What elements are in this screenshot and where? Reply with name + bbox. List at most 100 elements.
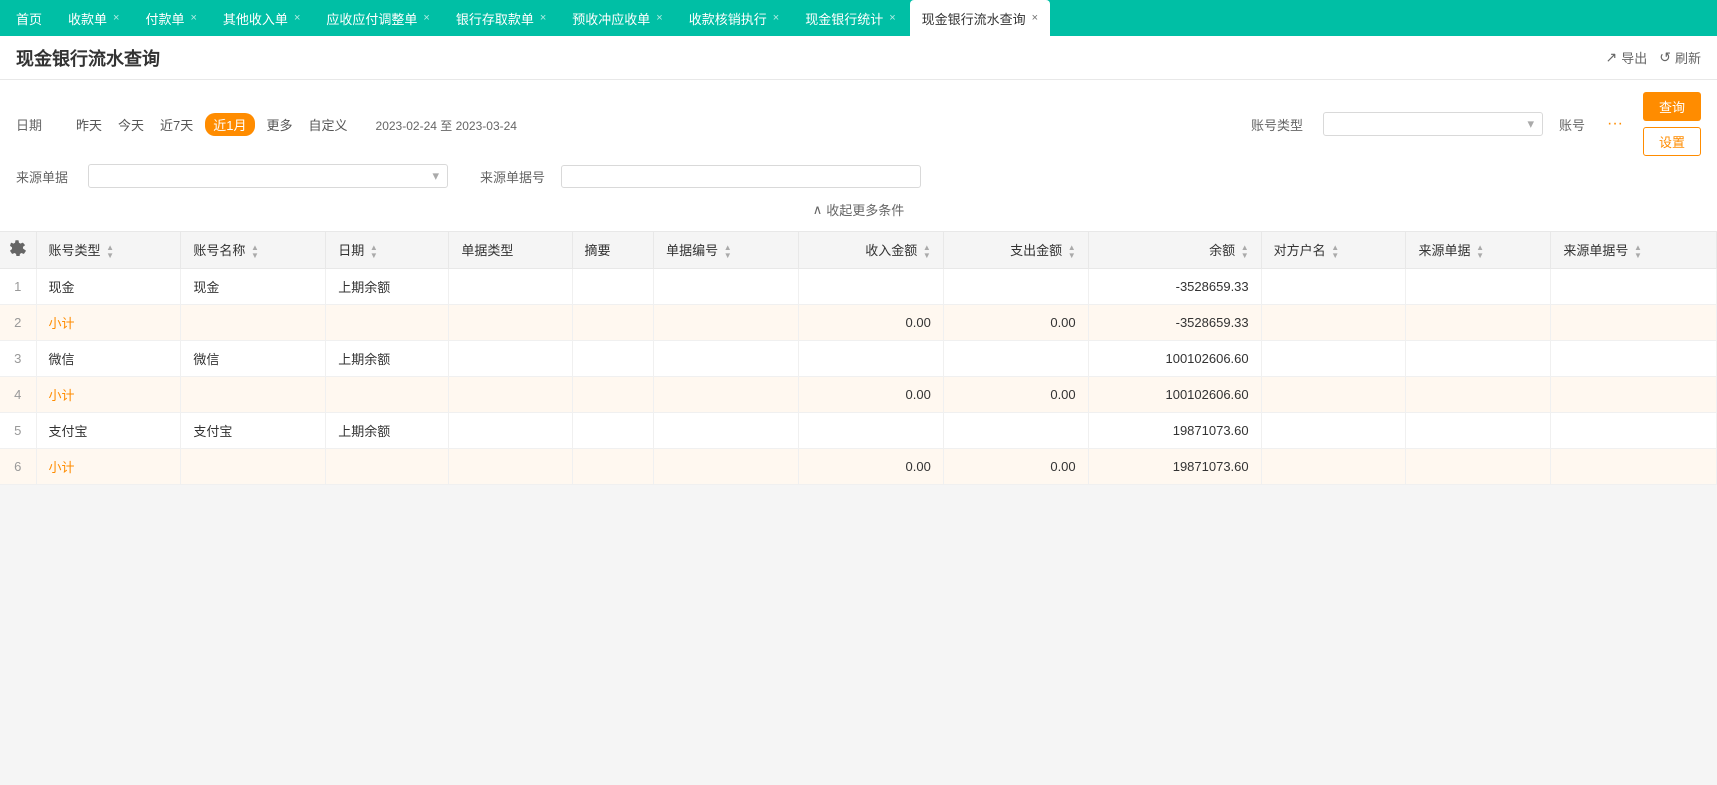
cell-expense <box>943 268 1088 304</box>
th-account-type[interactable]: 账号类型 ▲▼ <box>36 232 181 268</box>
row-index: 2 <box>0 304 36 340</box>
collapse-conditions-button[interactable]: ∧ 收起更多条件 <box>16 196 1701 219</box>
row-index: 4 <box>0 376 36 412</box>
top-nav: 首页 收款单 × 付款单 × 其他收入单 × 应收应付调整单 × 银行存取款单 … <box>0 0 1717 36</box>
table-row: 6 小计 0.00 0.00 19871073.60 <box>0 448 1717 484</box>
filter-row-1: 日期 昨天 今天 近7天 近1月 更多 自定义 2023-02-24 至 202… <box>16 92 1701 156</box>
close-icon[interactable]: × <box>423 12 429 24</box>
th-source-doc-no[interactable]: 来源单据号 ▲▼ <box>1551 232 1717 268</box>
sort-icon: ▲▼ <box>251 244 259 260</box>
th-income[interactable]: 收入金额 ▲▼ <box>798 232 943 268</box>
date-opt-custom[interactable]: 自定义 <box>305 113 352 136</box>
th-doc-type[interactable]: 单据类型 <box>449 232 572 268</box>
cell-account-name: 微信 <box>181 340 326 376</box>
cell-counterpart <box>1261 268 1406 304</box>
action-buttons: 查询 设置 <box>1643 92 1701 156</box>
cell-account-type: 小计 <box>36 448 181 484</box>
export-button[interactable]: ↗ 导出 <box>1606 48 1648 67</box>
export-icon: ↗ <box>1606 49 1618 66</box>
sort-icon: ▲▼ <box>1331 244 1339 260</box>
source-doc-select[interactable]: ▾ <box>88 164 448 188</box>
nav-tab-other-income[interactable]: 其他收入单 × <box>211 0 312 36</box>
cell-source-doc <box>1406 304 1551 340</box>
cell-counterpart <box>1261 376 1406 412</box>
th-expense[interactable]: 支出金额 ▲▼ <box>943 232 1088 268</box>
nav-tab-receipts[interactable]: 收款单 × <box>56 0 131 36</box>
table-row: 1 现金 现金 上期余额 -3528659.33 <box>0 268 1717 304</box>
sort-icon: ▲▼ <box>106 244 114 260</box>
nav-tab-receipt-verify[interactable]: 收款核销执行 × <box>677 0 791 36</box>
nav-tab-ar-ap-adjust[interactable]: 应收应付调整单 × <box>314 0 441 36</box>
cell-balance: 19871073.60 <box>1088 448 1261 484</box>
cell-doc-type <box>449 412 572 448</box>
source-doc-no-label: 来源单据号 <box>480 167 545 186</box>
close-icon[interactable]: × <box>656 12 662 24</box>
cell-balance: 100102606.60 <box>1088 340 1261 376</box>
page-title: 现金银行流水查询 <box>16 45 160 71</box>
cell-source-doc <box>1406 268 1551 304</box>
header-actions: ↗ 导出 ↺ 刷新 <box>1606 48 1702 67</box>
table-wrapper: 账号类型 ▲▼ 账号名称 ▲▼ 日期 ▲▼ 单据类型 摘要 <box>0 232 1717 485</box>
cell-balance: 100102606.60 <box>1088 376 1261 412</box>
cell-expense: 0.00 <box>943 448 1088 484</box>
cell-expense: 0.00 <box>943 304 1088 340</box>
cell-counterpart <box>1261 448 1406 484</box>
nav-tab-advance-offset[interactable]: 预收冲应收单 × <box>560 0 674 36</box>
close-icon[interactable]: × <box>1032 12 1038 24</box>
refresh-button[interactable]: ↺ 刷新 <box>1659 48 1701 67</box>
cell-doc-type <box>449 376 572 412</box>
nav-home[interactable]: 首页 <box>4 0 54 36</box>
date-opt-today[interactable]: 今天 <box>114 113 148 136</box>
date-opt-7days[interactable]: 近7天 <box>156 113 197 136</box>
account-type-select[interactable]: ▾ <box>1323 112 1543 136</box>
cell-account-name: 支付宝 <box>181 412 326 448</box>
date-label: 日期 <box>16 115 56 134</box>
cell-balance: 19871073.60 <box>1088 412 1261 448</box>
cell-source-doc-no <box>1551 340 1717 376</box>
cell-account-type: 小计 <box>36 376 181 412</box>
th-account-name[interactable]: 账号名称 ▲▼ <box>181 232 326 268</box>
cell-doc-type <box>449 268 572 304</box>
nav-tab-bank-deposit[interactable]: 银行存取款单 × <box>444 0 558 36</box>
date-opt-yesterday[interactable]: 昨天 <box>72 113 106 136</box>
account-type-label: 账号类型 <box>1251 115 1307 134</box>
nav-tab-cash-bank-stats[interactable]: 现金银行统计 × <box>793 0 907 36</box>
source-doc-no-input[interactable] <box>561 165 921 188</box>
close-icon[interactable]: × <box>190 12 196 24</box>
close-icon[interactable]: × <box>773 12 779 24</box>
cell-counterpart <box>1261 304 1406 340</box>
close-icon[interactable]: × <box>113 12 119 24</box>
th-doc-no[interactable]: 单据编号 ▲▼ <box>654 232 799 268</box>
table-row: 2 小计 0.00 0.00 -3528659.33 <box>0 304 1717 340</box>
date-opt-more[interactable]: 更多 <box>263 113 297 136</box>
cell-doc-type <box>449 304 572 340</box>
chevron-down-icon-2: ▾ <box>432 168 439 184</box>
cell-account-name <box>181 448 326 484</box>
close-icon[interactable]: × <box>889 12 895 24</box>
cell-income <box>798 412 943 448</box>
sort-icon: ▲▼ <box>1476 244 1484 260</box>
th-counterpart[interactable]: 对方户名 ▲▼ <box>1261 232 1406 268</box>
th-source-doc[interactable]: 来源单据 ▲▼ <box>1406 232 1551 268</box>
date-opt-1month[interactable]: 近1月 <box>205 113 254 136</box>
account-label: 账号 <box>1559 115 1587 134</box>
source-doc-label: 来源单据 <box>16 167 72 186</box>
query-button[interactable]: 查询 <box>1643 92 1701 121</box>
th-settings[interactable] <box>0 232 36 268</box>
cell-source-doc <box>1406 376 1551 412</box>
close-icon[interactable]: × <box>540 12 546 24</box>
th-summary[interactable]: 摘要 <box>572 232 654 268</box>
nav-tab-payments[interactable]: 付款单 × <box>133 0 208 36</box>
cell-account-type: 现金 <box>36 268 181 304</box>
sort-icon: ▲▼ <box>1068 244 1076 260</box>
nav-tab-cash-bank-flow[interactable]: 现金银行流水查询 × <box>910 0 1050 36</box>
table-row: 4 小计 0.00 0.00 100102606.60 <box>0 376 1717 412</box>
account-dots-button[interactable]: ··· <box>1603 115 1627 133</box>
cell-balance: -3528659.33 <box>1088 304 1261 340</box>
cell-doc-type <box>449 448 572 484</box>
cell-date: 上期余额 <box>326 412 449 448</box>
th-balance[interactable]: 余额 ▲▼ <box>1088 232 1261 268</box>
settings-button[interactable]: 设置 <box>1643 127 1701 156</box>
close-icon[interactable]: × <box>294 12 300 24</box>
th-date[interactable]: 日期 ▲▼ <box>326 232 449 268</box>
